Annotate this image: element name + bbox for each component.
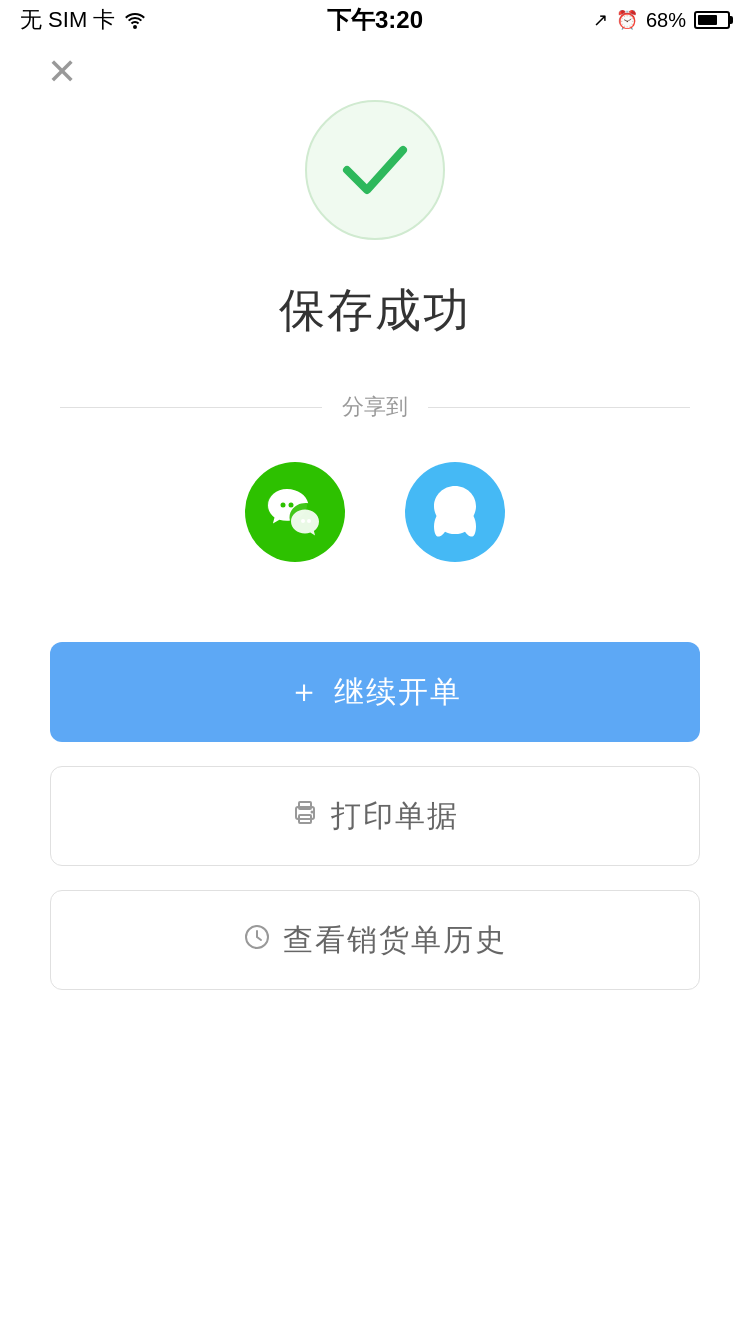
history-button[interactable]: 查看销货单历史	[50, 890, 700, 990]
history-label: 查看销货单历史	[283, 920, 507, 961]
carrier-text: 无 SIM 卡	[20, 5, 115, 35]
svg-point-8	[311, 810, 314, 813]
success-title: 保存成功	[279, 280, 471, 342]
share-label: 分享到	[322, 392, 428, 422]
svg-point-4	[307, 519, 311, 523]
checkmark-icon	[339, 142, 411, 198]
location-icon: ↗	[593, 9, 608, 31]
qq-share-button[interactable]	[405, 462, 505, 562]
action-buttons: ＋ 继续开单 打印单据 查看销货单历史	[0, 642, 750, 990]
history-icon	[243, 923, 271, 958]
qq-icon	[427, 482, 483, 542]
print-label: 打印单据	[331, 796, 459, 837]
print-button[interactable]: 打印单据	[50, 766, 700, 866]
share-icons-row	[245, 462, 505, 562]
svg-point-2	[289, 502, 294, 507]
continue-label: 继续开单	[334, 672, 462, 713]
wifi-icon	[123, 11, 147, 29]
status-left: 无 SIM 卡	[20, 5, 147, 35]
status-bar: 无 SIM 卡 下午3:20 ↗ ⏰ 68%	[0, 0, 750, 40]
success-circle	[305, 100, 445, 240]
divider-line-right	[428, 407, 690, 408]
wechat-share-button[interactable]	[245, 462, 345, 562]
time-display: 下午3:20	[327, 4, 423, 36]
close-button[interactable]: ✕	[40, 50, 84, 94]
divider-line-left	[60, 407, 322, 408]
main-content: 保存成功 分享到 ＋	[0, 40, 750, 990]
print-icon	[291, 799, 319, 834]
share-divider: 分享到	[0, 392, 750, 422]
status-right: ↗ ⏰ 68%	[593, 9, 730, 32]
plus-icon: ＋	[288, 670, 322, 714]
battery-icon	[694, 11, 730, 29]
continue-button[interactable]: ＋ 继续开单	[50, 642, 700, 742]
svg-point-1	[281, 502, 286, 507]
svg-point-3	[301, 519, 305, 523]
close-icon: ✕	[47, 54, 77, 90]
battery-percent: 68%	[646, 9, 686, 32]
alarm-icon: ⏰	[616, 9, 638, 31]
wechat-icon	[265, 485, 325, 540]
